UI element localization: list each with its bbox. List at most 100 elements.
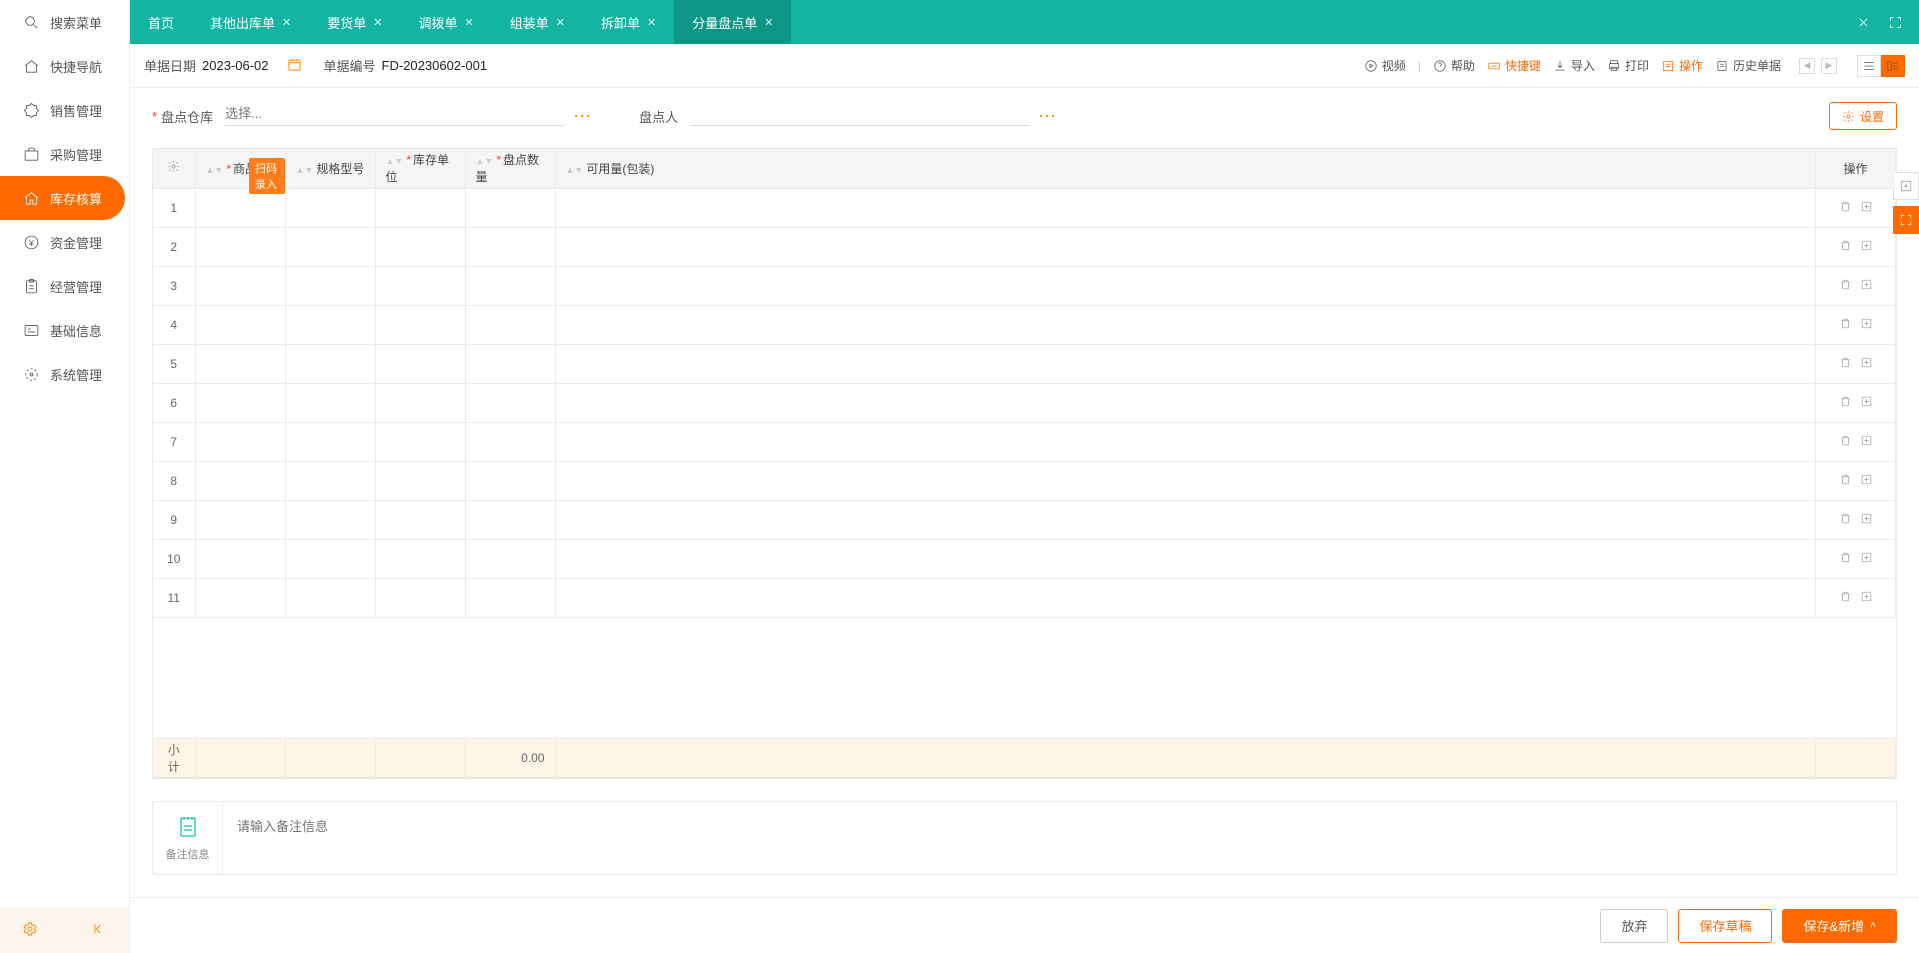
- row-delete-icon[interactable]: [1839, 434, 1852, 450]
- table-row[interactable]: 1: [153, 188, 1896, 227]
- remark-block: 备注信息: [152, 801, 1897, 875]
- tab-close-icon[interactable]: ✕: [465, 16, 474, 29]
- row-delete-icon[interactable]: [1839, 200, 1852, 216]
- settings-button[interactable]: 设置: [1829, 102, 1897, 130]
- sidebar-item-8[interactable]: 系统管理: [0, 352, 129, 396]
- sidebar-item-0[interactable]: 搜索菜单: [0, 0, 129, 44]
- tab-3[interactable]: 调拨单✕: [400, 0, 491, 44]
- row-index: 1: [153, 188, 195, 227]
- row-add-icon[interactable]: [1860, 200, 1873, 216]
- tab-close-icon[interactable]: ✕: [647, 16, 656, 29]
- save-draft-button[interactable]: 保存草稿: [1678, 909, 1772, 943]
- sidebar-item-7[interactable]: 基础信息: [0, 308, 129, 352]
- tab-close-icon[interactable]: ✕: [556, 16, 565, 29]
- table-row[interactable]: 10: [153, 539, 1896, 578]
- settings-gear-icon[interactable]: [22, 921, 38, 940]
- row-add-icon[interactable]: [1860, 317, 1873, 333]
- row-add-icon[interactable]: [1860, 512, 1873, 528]
- table-row[interactable]: 4: [153, 305, 1896, 344]
- close-all-tabs-icon[interactable]: [1847, 0, 1879, 44]
- remark-input[interactable]: [223, 802, 1896, 874]
- calendar-icon[interactable]: [287, 57, 302, 75]
- side-tool-1-icon[interactable]: [1893, 172, 1919, 200]
- row-delete-icon[interactable]: [1839, 278, 1852, 294]
- sidebar-item-5[interactable]: 资金管理: [0, 220, 129, 264]
- side-tool-expand-icon[interactable]: [1893, 206, 1919, 234]
- tool-print[interactable]: 打印: [1607, 57, 1649, 74]
- tab-5[interactable]: 拆卸单✕: [583, 0, 674, 44]
- row-add-icon[interactable]: [1860, 434, 1873, 450]
- sidebar-footer: [0, 907, 129, 953]
- prev-doc-icon[interactable]: ◀: [1799, 58, 1815, 74]
- sidebar-item-2[interactable]: 销售管理: [0, 88, 129, 132]
- table-row[interactable]: 8: [153, 461, 1896, 500]
- counter-picker-icon[interactable]: ⋯: [1038, 112, 1056, 120]
- col-spec[interactable]: ▲▼规格型号: [285, 149, 375, 188]
- row-delete-icon[interactable]: [1839, 551, 1852, 567]
- sidebar: 搜索菜单快捷导航销售管理采购管理库存核算资金管理经营管理基础信息系统管理: [0, 0, 130, 953]
- row-add-icon[interactable]: [1860, 551, 1873, 567]
- table-row[interactable]: 6: [153, 383, 1896, 422]
- counter-input[interactable]: [690, 106, 1030, 121]
- row-add-icon[interactable]: [1860, 239, 1873, 255]
- tool-shortcut[interactable]: 快捷键: [1487, 57, 1541, 74]
- view-form-icon[interactable]: [1881, 55, 1905, 77]
- row-delete-icon[interactable]: [1839, 473, 1852, 489]
- fullscreen-icon[interactable]: [1879, 0, 1911, 44]
- tool-operate[interactable]: 操作: [1661, 57, 1703, 74]
- tool-import[interactable]: 导入: [1553, 57, 1595, 74]
- table-row[interactable]: 7: [153, 422, 1896, 461]
- next-doc-icon[interactable]: ▶: [1821, 58, 1837, 74]
- table-row[interactable]: 9: [153, 500, 1896, 539]
- row-add-icon[interactable]: [1860, 356, 1873, 372]
- sidebar-item-label: 采购管理: [50, 145, 102, 164]
- row-delete-icon[interactable]: [1839, 317, 1852, 333]
- tab-2[interactable]: 要货单✕: [309, 0, 400, 44]
- tab-close-icon[interactable]: ✕: [282, 16, 291, 29]
- col-available[interactable]: ▲▼可用量(包装): [555, 149, 1816, 188]
- sidebar-item-6[interactable]: 经营管理: [0, 264, 129, 308]
- sidebar-item-4[interactable]: 库存核算: [0, 176, 125, 220]
- sidebar-item-3[interactable]: 采购管理: [0, 132, 129, 176]
- sidebar-item-1[interactable]: 快捷导航: [0, 44, 129, 88]
- col-qty[interactable]: ▲▼*盘点数量: [465, 149, 555, 188]
- table-row[interactable]: 3: [153, 266, 1896, 305]
- row-delete-icon[interactable]: [1839, 512, 1852, 528]
- tab-bar: 首页其他出库单✕要货单✕调拨单✕组装单✕拆卸单✕分量盘点单✕: [130, 0, 1919, 44]
- collapse-sidebar-icon[interactable]: [91, 921, 107, 940]
- tab-4[interactable]: 组装单✕: [492, 0, 583, 44]
- tool-video[interactable]: 视频: [1364, 57, 1406, 74]
- warehouse-picker-icon[interactable]: ⋯: [573, 112, 591, 120]
- tab-6[interactable]: 分量盘点单✕: [674, 0, 791, 44]
- tab-1[interactable]: 其他出库单✕: [192, 0, 309, 44]
- row-index: 6: [153, 383, 195, 422]
- row-delete-icon[interactable]: [1839, 239, 1852, 255]
- date-value[interactable]: 2023-06-02: [202, 58, 269, 73]
- tab-close-icon[interactable]: ✕: [373, 16, 382, 29]
- row-index: 10: [153, 539, 195, 578]
- tool-help[interactable]: 帮助: [1433, 57, 1475, 74]
- view-list-icon[interactable]: [1857, 55, 1881, 77]
- warehouse-input[interactable]: [225, 106, 565, 121]
- table-row[interactable]: 5: [153, 344, 1896, 383]
- row-add-icon[interactable]: [1860, 278, 1873, 294]
- table-row[interactable]: 11: [153, 578, 1896, 617]
- row-add-icon[interactable]: [1860, 473, 1873, 489]
- row-add-icon[interactable]: [1860, 395, 1873, 411]
- row-delete-icon[interactable]: [1839, 590, 1852, 606]
- discard-button[interactable]: 放弃: [1600, 909, 1668, 943]
- col-gear[interactable]: [153, 149, 195, 188]
- scan-badge[interactable]: 扫码录入: [249, 158, 284, 194]
- row-add-icon[interactable]: [1860, 590, 1873, 606]
- row-delete-icon[interactable]: [1839, 395, 1852, 411]
- tab-close-icon[interactable]: ✕: [764, 16, 773, 29]
- tool-history[interactable]: 历史单据: [1715, 57, 1781, 74]
- footer-bar: 放弃 保存草稿 保存&新增˄: [130, 897, 1919, 953]
- col-unit[interactable]: ▲▼*库存单位: [375, 149, 465, 188]
- row-delete-icon[interactable]: [1839, 356, 1852, 372]
- col-product[interactable]: ▲▼*商品扫码录入: [195, 149, 285, 188]
- save-new-button[interactable]: 保存&新增˄: [1782, 909, 1897, 943]
- tab-0[interactable]: 首页: [130, 0, 192, 44]
- table-row[interactable]: 2: [153, 227, 1896, 266]
- row-index: 3: [153, 266, 195, 305]
